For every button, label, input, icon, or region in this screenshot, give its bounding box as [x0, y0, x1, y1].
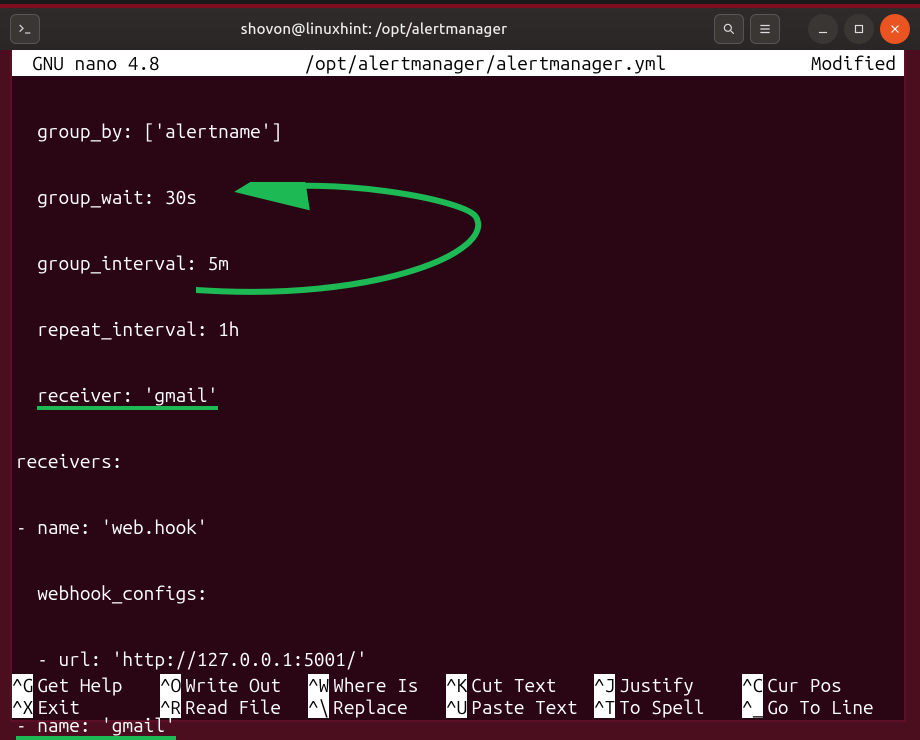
key-chip: ^R — [160, 696, 181, 718]
window-maximize-button[interactable] — [844, 14, 874, 44]
nano-shortcut: ^WWhere Is — [308, 674, 446, 696]
highlight-receiver-gmail: receiver: 'gmail' — [37, 384, 218, 410]
window-minimize-button[interactable] — [808, 14, 838, 44]
key-chip: ^T — [594, 696, 615, 718]
nano-shortcut-bar: ^GGet Help ^OWrite Out ^WWhere Is ^KCut … — [12, 674, 904, 718]
key-chip: ^K — [446, 674, 467, 696]
window-close-button[interactable] — [880, 14, 910, 44]
window-titlebar: shovon@linuxhint: /opt/alertmanager — [0, 8, 920, 50]
window-title: shovon@linuxhint: /opt/alertmanager — [40, 18, 708, 40]
nano-shortcut: ^JJustify — [594, 674, 742, 696]
yaml-line: group_interval: 5m — [16, 252, 900, 274]
key-chip: ^_ — [742, 696, 763, 718]
yaml-line: receivers: — [16, 450, 900, 472]
yaml-line: receiver: 'gmail' — [16, 384, 900, 406]
nano-shortcut: ^TTo Spell — [594, 696, 742, 718]
yaml-line: group_wait: 30s — [16, 186, 900, 208]
key-chip: ^U — [446, 696, 467, 718]
terminal-app-icon[interactable] — [10, 14, 40, 44]
nano-shortcut: ^KCut Text — [446, 674, 594, 696]
yaml-line: repeat_interval: 1h — [16, 318, 900, 340]
hamburger-menu-button[interactable] — [750, 14, 780, 44]
key-chip: ^\ — [308, 696, 329, 718]
key-chip: ^J — [594, 674, 615, 696]
editor-content[interactable]: group_by: ['alertname'] group_wait: 30s … — [12, 76, 904, 740]
yaml-line: webhook_configs: — [16, 582, 900, 604]
nano-shortcut: ^OWrite Out — [160, 674, 308, 696]
nano-shortcut: ^CCur Pos — [742, 674, 890, 696]
gnome-top-panel — [0, 0, 920, 8]
key-chip: ^W — [308, 674, 329, 696]
key-chip: ^X — [12, 696, 33, 718]
nano-shortcut: ^_Go To Line — [742, 696, 890, 718]
yaml-line: - url: 'http://127.0.0.1:5001/' — [16, 648, 900, 670]
nano-modified-flag: Modified — [811, 50, 900, 76]
yaml-line: group_by: ['alertname'] — [16, 120, 900, 142]
nano-shortcut: ^XExit — [12, 696, 160, 718]
terminal-viewport[interactable]: GNU nano 4.8 /opt/alertmanager/alertmana… — [10, 50, 906, 722]
nano-status-bar: GNU nano 4.8 /opt/alertmanager/alertmana… — [12, 50, 904, 76]
yaml-line: - name: 'web.hook' — [16, 516, 900, 538]
key-chip: ^G — [12, 674, 33, 696]
nano-shortcut: ^UPaste Text — [446, 696, 594, 718]
nano-shortcut: ^RRead File — [160, 696, 308, 718]
key-chip: ^C — [742, 674, 763, 696]
nano-file-path: /opt/alertmanager/alertmanager.yml — [160, 50, 811, 76]
nano-version: GNU nano 4.8 — [16, 50, 160, 76]
nano-shortcut: ^GGet Help — [12, 674, 160, 696]
key-chip: ^O — [160, 674, 181, 696]
nano-shortcut: ^\Replace — [308, 696, 446, 718]
search-button[interactable] — [714, 14, 744, 44]
